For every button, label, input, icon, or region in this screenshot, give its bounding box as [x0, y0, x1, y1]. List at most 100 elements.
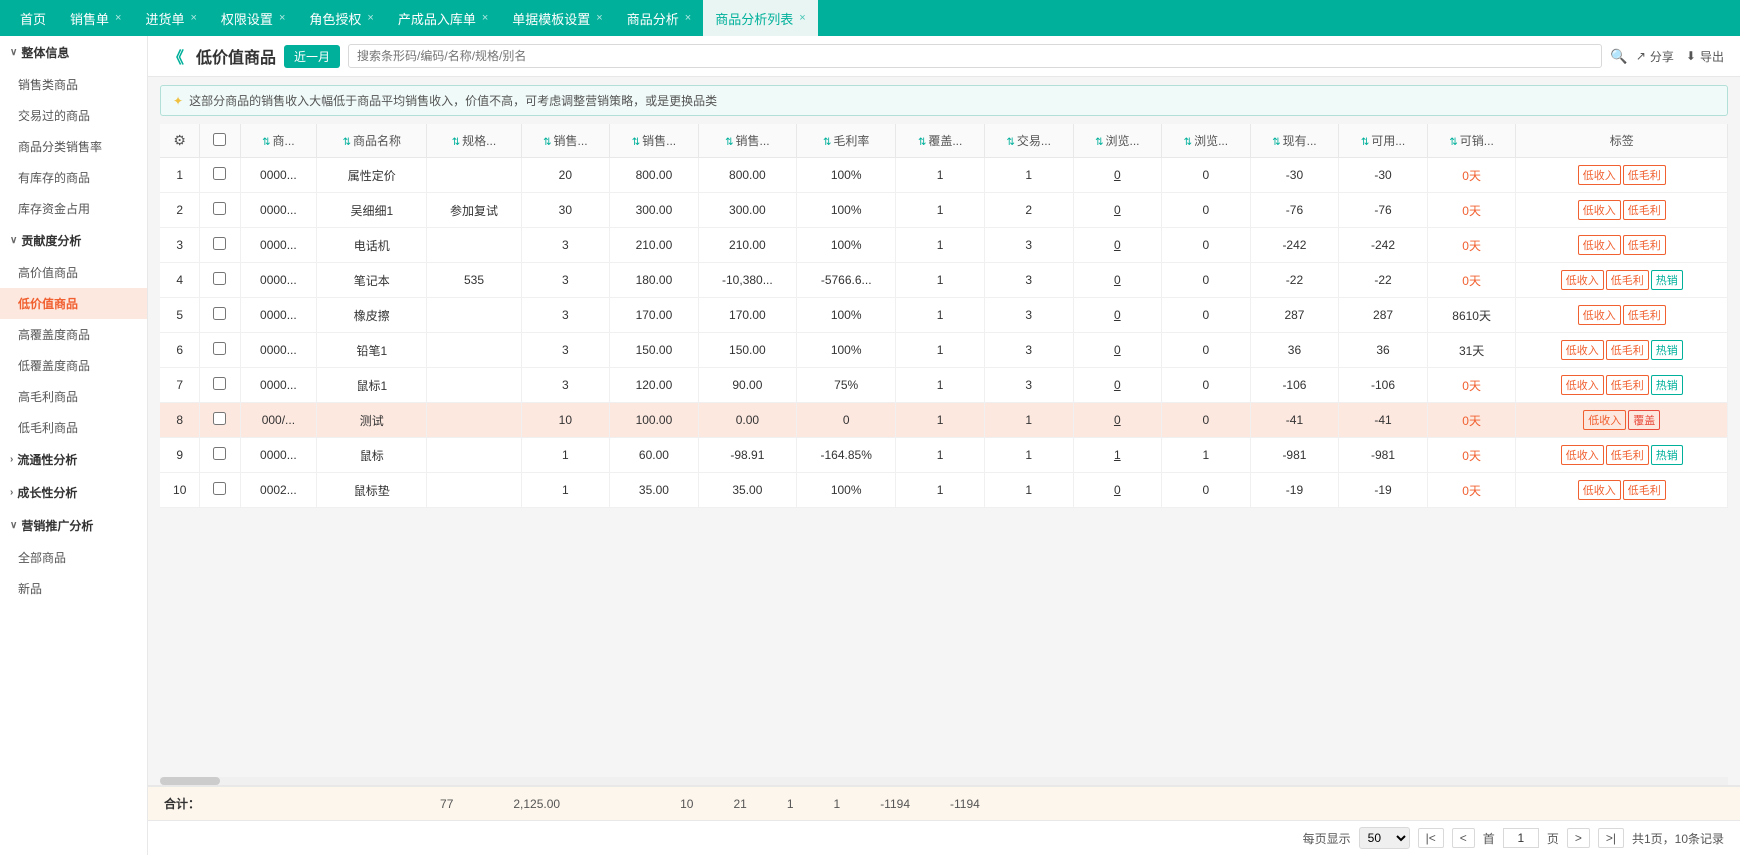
sidebar-section-contribution[interactable]: ∨ 贡献度分析: [0, 224, 147, 257]
sidebar-item-low-value[interactable]: 低价值商品: [0, 288, 147, 319]
first-page-button[interactable]: |<: [1418, 828, 1444, 848]
sidebar-item-category-sales-rate[interactable]: 商品分类销售率: [0, 131, 147, 162]
sidebar-item-high-margin[interactable]: 高毛利商品: [0, 381, 147, 412]
last-page-button[interactable]: >|: [1598, 828, 1624, 848]
period-button[interactable]: 近一月: [284, 45, 340, 68]
close-icon[interactable]: ×: [596, 12, 602, 24]
cell-b1[interactable]: 0: [1073, 298, 1162, 333]
nav-item-goods-list[interactable]: 商品分析列表 ×: [703, 0, 817, 36]
sidebar-item-high-value[interactable]: 高价值商品: [0, 257, 147, 288]
cell-b1[interactable]: 0: [1073, 158, 1162, 193]
table-container[interactable]: ⚙ ⇅商... ⇅商品名称 ⇅规格... ⇅销售... ⇅销售... ⇅销售..…: [160, 124, 1728, 777]
cell-b1[interactable]: 0: [1073, 193, 1162, 228]
cell-b1[interactable]: 0: [1073, 368, 1162, 403]
sidebar-item-stock-capital[interactable]: 库存资金占用: [0, 193, 147, 224]
close-icon[interactable]: ×: [279, 12, 285, 24]
cell-b1[interactable]: 0: [1073, 473, 1162, 508]
search-input[interactable]: [348, 44, 1602, 68]
col-stock2[interactable]: ⇅可用...: [1339, 124, 1428, 158]
search-icon[interactable]: 🔍: [1610, 48, 1627, 65]
col-code[interactable]: ⇅商...: [240, 124, 317, 158]
cell-b1[interactable]: 0: [1073, 333, 1162, 368]
col-spec[interactable]: ⇅规格...: [427, 124, 521, 158]
cell-check[interactable]: [200, 298, 240, 333]
page-number-input[interactable]: [1503, 828, 1539, 848]
row-checkbox[interactable]: [213, 202, 226, 215]
col-browse2[interactable]: ⇅浏览...: [1162, 124, 1251, 158]
col-sales3[interactable]: ⇅销售...: [698, 124, 796, 158]
cell-s1: 1: [521, 438, 610, 473]
nav-item-purchase[interactable]: 进货单 ×: [133, 0, 208, 36]
nav-item-sales[interactable]: 销售单 ×: [58, 0, 133, 36]
row-checkbox[interactable]: [213, 377, 226, 390]
sidebar-item-stock-goods[interactable]: 有库存的商品: [0, 162, 147, 193]
col-sales2[interactable]: ⇅销售...: [610, 124, 699, 158]
close-icon[interactable]: ×: [685, 12, 691, 24]
row-checkbox[interactable]: [213, 482, 226, 495]
row-checkbox[interactable]: [213, 272, 226, 285]
close-icon[interactable]: ×: [115, 12, 121, 24]
row-checkbox[interactable]: [213, 307, 226, 320]
col-stock1[interactable]: ⇅现有...: [1250, 124, 1339, 158]
col-name[interactable]: ⇅商品名称: [317, 124, 427, 158]
col-margin[interactable]: ⇅毛利率: [797, 124, 896, 158]
export-button[interactable]: ⬇ 导出: [1686, 48, 1724, 65]
cell-check[interactable]: [200, 158, 240, 193]
cell-b1[interactable]: 0: [1073, 403, 1162, 438]
cell-check[interactable]: [200, 263, 240, 298]
sidebar-item-new-goods[interactable]: 新品: [0, 573, 147, 604]
cell-cover: 1: [896, 228, 985, 263]
nav-item-product-in[interactable]: 产成品入库单 ×: [386, 0, 500, 36]
cell-check[interactable]: [200, 473, 240, 508]
sidebar-item-high-coverage[interactable]: 高覆盖度商品: [0, 319, 147, 350]
close-icon[interactable]: ×: [190, 12, 196, 24]
col-sales1[interactable]: ⇅销售...: [521, 124, 610, 158]
sidebar-section-liquidity[interactable]: › 流通性分析: [0, 443, 147, 476]
per-page-select[interactable]: 50 100 200: [1359, 827, 1410, 849]
collapse-sidebar-button[interactable]: 《: [164, 44, 188, 68]
row-checkbox[interactable]: [213, 167, 226, 180]
cell-check[interactable]: [200, 368, 240, 403]
row-checkbox[interactable]: [213, 412, 226, 425]
col-browse1[interactable]: ⇅浏览...: [1073, 124, 1162, 158]
col-cover[interactable]: ⇅覆盖...: [896, 124, 985, 158]
sidebar-item-all-goods[interactable]: 全部商品: [0, 542, 147, 573]
cell-check[interactable]: [200, 403, 240, 438]
cell-b1[interactable]: 1: [1073, 438, 1162, 473]
nav-item-home[interactable]: 首页: [8, 0, 58, 36]
horizontal-scrollbar[interactable]: [160, 777, 1728, 785]
sidebar-section-growth[interactable]: › 成长性分析: [0, 476, 147, 509]
sidebar-section-marketing[interactable]: ∨ 营销推广分析: [0, 509, 147, 542]
cell-check[interactable]: [200, 333, 240, 368]
close-icon[interactable]: ×: [482, 12, 488, 24]
nav-item-role[interactable]: 角色授权 ×: [297, 0, 385, 36]
col-trade[interactable]: ⇅交易...: [984, 124, 1073, 158]
cell-check[interactable]: [200, 193, 240, 228]
close-icon[interactable]: ×: [799, 12, 805, 24]
cell-check[interactable]: [200, 228, 240, 263]
row-checkbox[interactable]: [213, 447, 226, 460]
sidebar-section-overall[interactable]: ∨ 整体信息: [0, 36, 147, 69]
cell-check[interactable]: [200, 438, 240, 473]
sidebar-item-traded-goods[interactable]: 交易过的商品: [0, 100, 147, 131]
col-gear[interactable]: ⚙: [160, 124, 200, 158]
sidebar-item-low-margin[interactable]: 低毛利商品: [0, 412, 147, 443]
next-page-button[interactable]: >: [1567, 828, 1590, 848]
row-checkbox[interactable]: [213, 237, 226, 250]
share-button[interactable]: ↗ 分享: [1636, 48, 1674, 65]
nav-item-permission[interactable]: 权限设置 ×: [209, 0, 297, 36]
cell-b1[interactable]: 0: [1073, 263, 1162, 298]
sidebar-item-sales-goods[interactable]: 销售类商品: [0, 69, 147, 100]
gear-icon[interactable]: ⚙: [173, 132, 186, 148]
close-icon[interactable]: ×: [367, 12, 373, 24]
sidebar-item-low-coverage[interactable]: 低覆盖度商品: [0, 350, 147, 381]
cell-tags: 低收入低毛利: [1516, 298, 1728, 333]
col-sell[interactable]: ⇅可销...: [1427, 124, 1516, 158]
prev-page-button[interactable]: <: [1452, 828, 1475, 848]
nav-item-goods-analysis[interactable]: 商品分析 ×: [615, 0, 703, 36]
col-check[interactable]: [200, 124, 240, 158]
select-all-checkbox[interactable]: [213, 133, 226, 146]
row-checkbox[interactable]: [213, 342, 226, 355]
cell-b1[interactable]: 0: [1073, 228, 1162, 263]
nav-item-template[interactable]: 单据模板设置 ×: [500, 0, 614, 36]
